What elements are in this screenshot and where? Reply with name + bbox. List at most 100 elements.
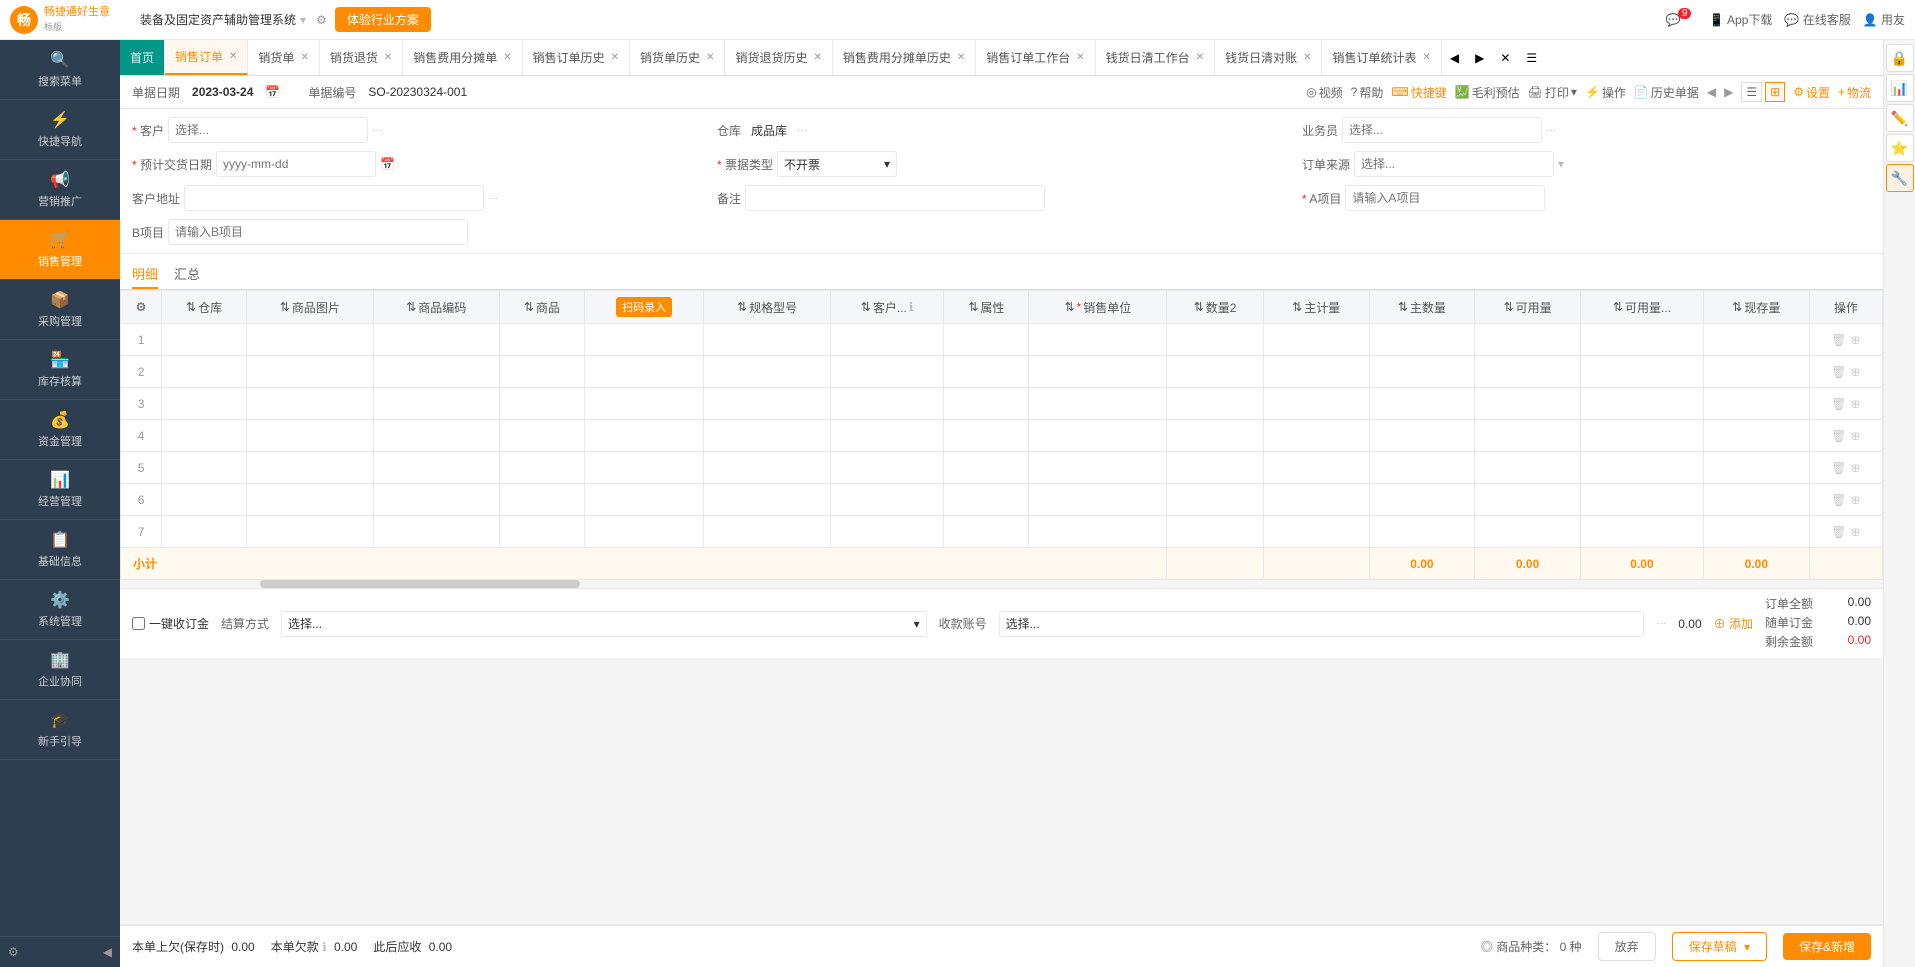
cell-r4-c6[interactable]	[704, 420, 830, 452]
tab-close-reconcile[interactable]: ✕	[1303, 52, 1311, 63]
cell-r3-c14[interactable]	[1580, 388, 1703, 420]
cell-r5-c3[interactable]	[373, 452, 499, 484]
cell-r2-c14[interactable]	[1580, 356, 1703, 388]
th-main-unit[interactable]: ⇅主计量	[1263, 291, 1369, 324]
settle-method-select[interactable]: 选择... ▾	[281, 611, 927, 637]
th-avail2[interactable]: ⇅可用量...	[1580, 291, 1703, 324]
th-spec[interactable]: ⇅规格型号	[704, 291, 830, 324]
tab-daily-workbench[interactable]: 钱货日清工作台 ✕	[1096, 40, 1215, 75]
calendar-icon[interactable]: 📅	[265, 85, 280, 99]
help-btn[interactable]: ? 帮助	[1351, 84, 1384, 101]
staff-more-btn[interactable]: ···	[1546, 125, 1556, 136]
tab-close-goods-history[interactable]: ✕	[706, 52, 714, 63]
cell-r5-c15[interactable]	[1703, 452, 1809, 484]
cell-r3-c13[interactable]	[1475, 388, 1581, 420]
sidebar-item-enterprise[interactable]: 🏢 企业协同	[0, 640, 120, 700]
invoice-select[interactable]: 不开票 ▾	[777, 151, 897, 177]
cell-r7-c11[interactable]	[1263, 516, 1369, 548]
delete-icon[interactable]: 🗑	[1831, 397, 1846, 411]
row-action-6[interactable]: 🗑⊕	[1809, 484, 1882, 516]
cell-r1-c8[interactable]	[944, 324, 1029, 356]
row-action-1[interactable]: 🗑⊕	[1809, 324, 1882, 356]
cell-r7-c9[interactable]	[1029, 516, 1167, 548]
tab-close-sales-order[interactable]: ✕	[229, 51, 237, 62]
th-customer-ref[interactable]: ⇅客户... ℹ	[830, 291, 944, 324]
settings-icon[interactable]: ⚙	[316, 13, 327, 27]
cell-r3-c6[interactable]	[704, 388, 830, 420]
th-code[interactable]: ⇅商品编码	[373, 291, 499, 324]
profit-btn[interactable]: 💹 毛利预估	[1455, 84, 1520, 101]
row-action-4[interactable]: 🗑⊕	[1809, 420, 1882, 452]
cell-r1-c14[interactable]	[1580, 324, 1703, 356]
cell-r6-c1[interactable]	[162, 484, 247, 516]
shortcut-btn[interactable]: ⌨ 快捷键	[1391, 84, 1446, 101]
cell-r4-c4[interactable]	[500, 420, 585, 452]
tab-close-return-history[interactable]: ✕	[813, 52, 821, 63]
cell-r5-c12[interactable]	[1369, 452, 1475, 484]
cell-r7-c8[interactable]	[944, 516, 1029, 548]
cell-r1-c12[interactable]	[1369, 324, 1475, 356]
row-action-3[interactable]: 🗑⊕	[1809, 388, 1882, 420]
cell-r2-c8[interactable]	[944, 356, 1029, 388]
th-product[interactable]: ⇅商品	[500, 291, 585, 324]
tab-sales-order[interactable]: 销售订单 ✕	[165, 40, 248, 75]
tab-close-order-history[interactable]: ✕	[611, 52, 619, 63]
delete-icon[interactable]: 🗑	[1831, 429, 1846, 443]
cell-r6-c14[interactable]	[1580, 484, 1703, 516]
cell-r6-c13[interactable]	[1475, 484, 1581, 516]
cell-r3-c1[interactable]	[162, 388, 247, 420]
cell-r4-c13[interactable]	[1475, 420, 1581, 452]
cell-r5-c14[interactable]	[1580, 452, 1703, 484]
customer-more-btn[interactable]: ···	[372, 125, 382, 136]
cell-r7-c3[interactable]	[373, 516, 499, 548]
tab-expense[interactable]: 销售费用分摊单 ✕	[403, 40, 522, 75]
cell-r7-c5[interactable]	[584, 516, 703, 548]
video-btn[interactable]: ◎ 视频	[1306, 84, 1343, 101]
cell-r3-c9[interactable]	[1029, 388, 1167, 420]
th-image[interactable]: ⇅商品图片	[247, 291, 373, 324]
tab-prev-btn[interactable]: ◀	[1442, 40, 1467, 75]
cell-r5-c1[interactable]	[162, 452, 247, 484]
right-btn-tool[interactable]: 🔧	[1886, 164, 1914, 192]
cell-r5-c10[interactable]	[1167, 452, 1263, 484]
product-count-icon[interactable]: ◎	[1481, 940, 1493, 954]
tab-close-order-workbench[interactable]: ✕	[1076, 52, 1084, 63]
account-select[interactable]: 选择...	[999, 611, 1645, 637]
tab-goods-history[interactable]: 销货单历史 ✕	[630, 40, 725, 75]
operation-btn[interactable]: ⚡ 操作	[1585, 84, 1626, 101]
copy-icon[interactable]: ⊕	[1850, 397, 1860, 411]
tab-home[interactable]: 首页	[120, 40, 165, 75]
cell-r4-c3[interactable]	[373, 420, 499, 452]
cell-r4-c7[interactable]	[830, 420, 944, 452]
tab-detail[interactable]: 明细	[132, 260, 158, 289]
cell-r6-c2[interactable]	[247, 484, 373, 516]
cell-r5-c9[interactable]	[1029, 452, 1167, 484]
tab-order-history[interactable]: 销售订单历史 ✕	[523, 40, 630, 75]
right-btn-edit[interactable]: ✏️	[1886, 104, 1914, 132]
sidebar-item-operation[interactable]: 📊 经营管理	[0, 460, 120, 520]
delete-icon[interactable]: 🗑	[1831, 461, 1846, 475]
cell-r5-c7[interactable]	[830, 452, 944, 484]
tab-close-all-btn[interactable]: ✕	[1492, 40, 1518, 75]
list-view-icon[interactable]: ☰	[1741, 82, 1762, 102]
cell-r2-c11[interactable]	[1263, 356, 1369, 388]
cell-r4-c8[interactable]	[944, 420, 1029, 452]
cell-r1-c7[interactable]	[830, 324, 944, 356]
cell-r7-c2[interactable]	[247, 516, 373, 548]
delete-icon[interactable]: 🗑	[1831, 525, 1846, 539]
cell-r7-c14[interactable]	[1580, 516, 1703, 548]
cell-r4-c10[interactable]	[1167, 420, 1263, 452]
sidebar-settings-icon[interactable]: ⚙	[8, 945, 19, 959]
sidebar-item-system[interactable]: ⚙️ 系统管理	[0, 580, 120, 640]
cell-r7-c7[interactable]	[830, 516, 944, 548]
account-more-btn[interactable]: ···	[1656, 618, 1666, 629]
th-attr[interactable]: ⇅属性	[944, 291, 1029, 324]
scrollbar-thumb[interactable]	[260, 580, 580, 588]
cell-r2-c15[interactable]	[1703, 356, 1809, 388]
cell-r2-c9[interactable]	[1029, 356, 1167, 388]
cell-r3-c15[interactable]	[1703, 388, 1809, 420]
tab-close-expense-history[interactable]: ✕	[957, 52, 965, 63]
row-action-5[interactable]: 🗑⊕	[1809, 452, 1882, 484]
th-unit[interactable]: ⇅*销售单位	[1029, 291, 1167, 324]
online-service-btn[interactable]: 💬 在线客服	[1784, 11, 1850, 28]
